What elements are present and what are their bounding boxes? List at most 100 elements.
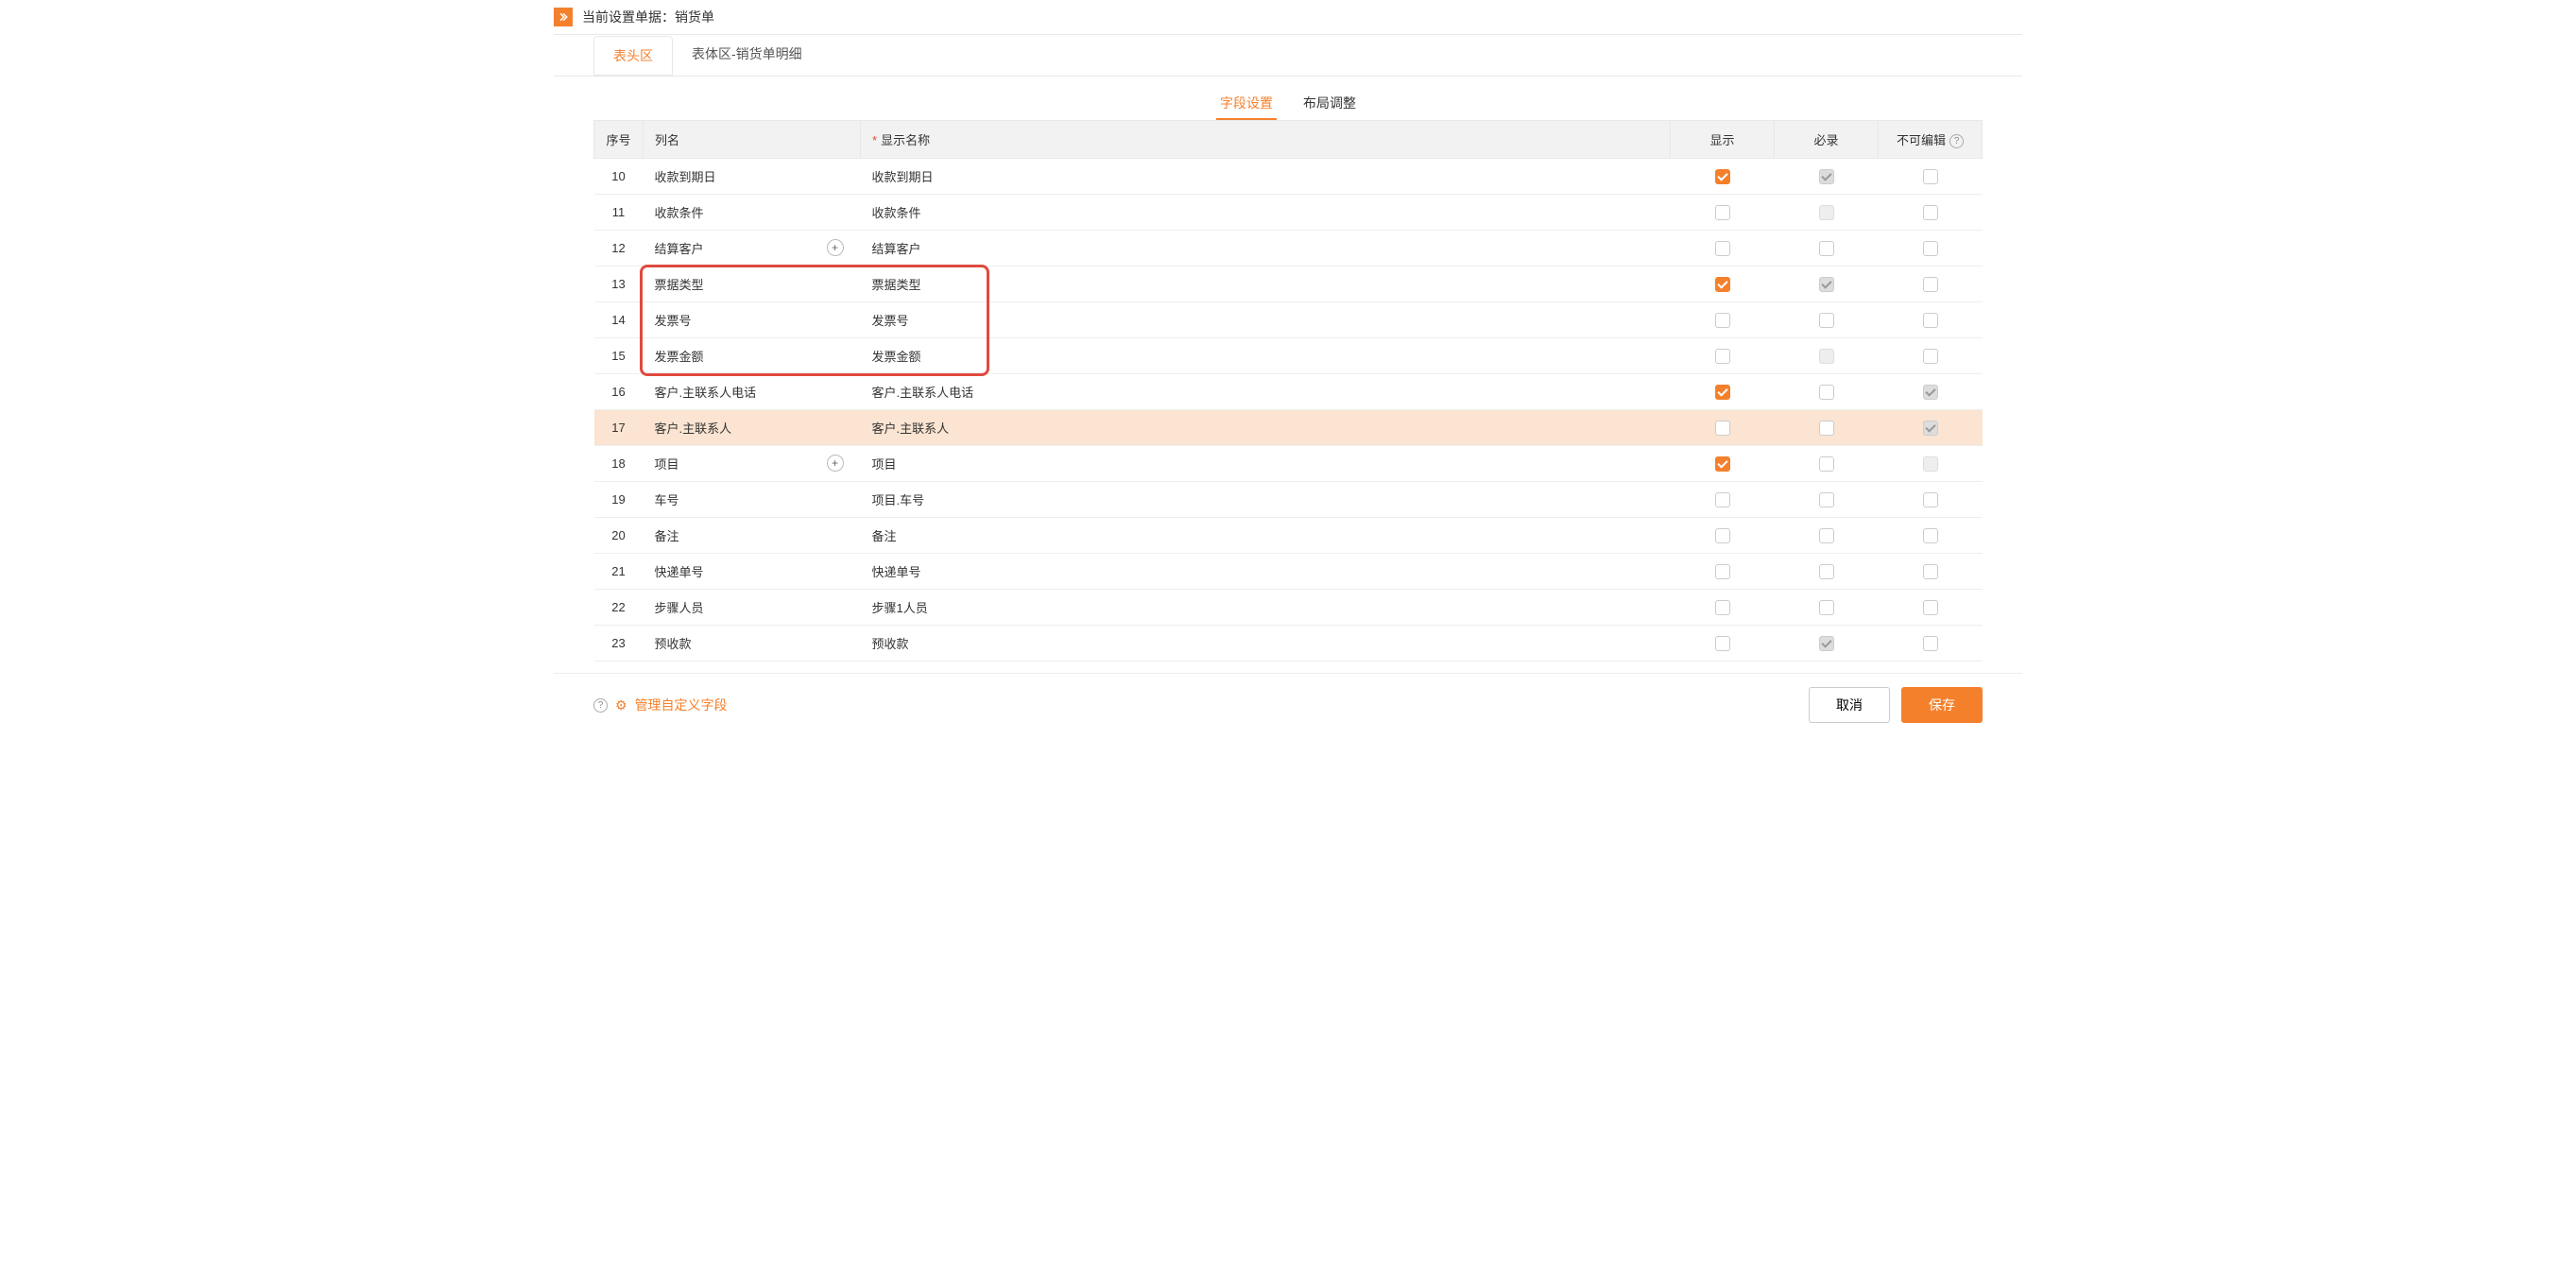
- cell-display[interactable]: 收款条件: [861, 195, 1671, 231]
- show-checkbox[interactable]: [1715, 492, 1730, 507]
- footer-right: 取消 保存: [1809, 687, 1983, 723]
- required-checkbox[interactable]: [1819, 564, 1834, 579]
- show-checkbox[interactable]: [1715, 421, 1730, 436]
- required-checkbox[interactable]: [1819, 600, 1834, 615]
- help-icon[interactable]: ?: [1949, 134, 1964, 148]
- readonly-checkbox[interactable]: [1923, 636, 1938, 651]
- header-bar: 当前设置单据：销货单: [554, 0, 2022, 35]
- cell-display[interactable]: 步骤1人员: [861, 590, 1671, 626]
- cell-name: 客户.主联系人: [644, 410, 861, 446]
- table-row[interactable]: 12结算客户+结算客户: [594, 231, 1983, 266]
- cell-seq: 22: [594, 590, 644, 626]
- readonly-checkbox[interactable]: [1923, 313, 1938, 328]
- table-row[interactable]: 20备注备注: [594, 518, 1983, 554]
- cell-show: [1671, 446, 1775, 482]
- required-checkbox[interactable]: [1819, 528, 1834, 543]
- cell-required: [1775, 266, 1879, 302]
- readonly-checkbox[interactable]: [1923, 600, 1938, 615]
- tab-0[interactable]: 表头区: [593, 36, 673, 77]
- show-checkbox[interactable]: [1715, 241, 1730, 256]
- cell-display[interactable]: 发票号: [861, 302, 1671, 338]
- manage-custom-fields-link[interactable]: 管理自定义字段: [635, 696, 728, 714]
- readonly-checkbox: [1923, 421, 1938, 436]
- cell-display[interactable]: 项目.车号: [861, 482, 1671, 518]
- table-row[interactable]: 22步骤人员步骤1人员: [594, 590, 1983, 626]
- cell-readonly: [1879, 590, 1983, 626]
- cell-seq: 14: [594, 302, 644, 338]
- col-header-required: 必录: [1775, 121, 1879, 159]
- required-checkbox: [1819, 349, 1834, 364]
- subtab-0[interactable]: 字段设置: [1216, 88, 1277, 120]
- tab-1[interactable]: 表体区-销货单明细: [673, 35, 821, 76]
- cell-required: [1775, 374, 1879, 410]
- readonly-checkbox[interactable]: [1923, 528, 1938, 543]
- show-checkbox[interactable]: [1715, 564, 1730, 579]
- subtab-1[interactable]: 布局调整: [1299, 88, 1360, 120]
- cell-display[interactable]: 预收款: [861, 626, 1671, 662]
- cell-name: 备注: [644, 518, 861, 554]
- show-checkbox[interactable]: [1715, 313, 1730, 328]
- cell-name: 发票金额: [644, 338, 861, 374]
- show-checkbox[interactable]: [1715, 277, 1730, 292]
- cell-name-label: 收款条件: [655, 206, 704, 220]
- show-checkbox[interactable]: [1715, 600, 1730, 615]
- add-child-button[interactable]: +: [827, 455, 844, 472]
- cell-show: [1671, 266, 1775, 302]
- table-row[interactable]: 18项目+项目: [594, 446, 1983, 482]
- cell-display[interactable]: 客户.主联系人电话: [861, 374, 1671, 410]
- cancel-button[interactable]: 取消: [1809, 687, 1890, 723]
- cell-seq: 16: [594, 374, 644, 410]
- cell-display[interactable]: 发票金额: [861, 338, 1671, 374]
- help-icon[interactable]: ?: [593, 698, 608, 713]
- readonly-checkbox[interactable]: [1923, 169, 1938, 184]
- table-row[interactable]: 21快递单号快递单号: [594, 554, 1983, 590]
- required-checkbox[interactable]: [1819, 456, 1834, 472]
- table-row[interactable]: 13票据类型票据类型: [594, 266, 1983, 302]
- cell-display[interactable]: 项目: [861, 446, 1671, 482]
- required-checkbox[interactable]: [1819, 313, 1834, 328]
- table-row[interactable]: 15发票金额发票金额: [594, 338, 1983, 374]
- table-row[interactable]: 11收款条件收款条件: [594, 195, 1983, 231]
- readonly-checkbox[interactable]: [1923, 492, 1938, 507]
- required-checkbox[interactable]: [1819, 241, 1834, 256]
- cell-display[interactable]: 备注: [861, 518, 1671, 554]
- cell-name: 票据类型: [644, 266, 861, 302]
- cell-display[interactable]: 快递单号: [861, 554, 1671, 590]
- table-row[interactable]: 10收款到期日收款到期日: [594, 159, 1983, 195]
- readonly-checkbox[interactable]: [1923, 277, 1938, 292]
- cell-readonly: [1879, 410, 1983, 446]
- table-row[interactable]: 14发票号发票号: [594, 302, 1983, 338]
- readonly-checkbox[interactable]: [1923, 205, 1938, 220]
- readonly-checkbox[interactable]: [1923, 241, 1938, 256]
- required-checkbox[interactable]: [1819, 421, 1834, 436]
- table-row[interactable]: 23预收款预收款: [594, 626, 1983, 662]
- cell-display[interactable]: 结算客户: [861, 231, 1671, 266]
- show-checkbox[interactable]: [1715, 385, 1730, 400]
- col-header-show: 显示: [1671, 121, 1775, 159]
- add-child-button[interactable]: +: [827, 239, 844, 256]
- show-checkbox[interactable]: [1715, 528, 1730, 543]
- show-checkbox[interactable]: [1715, 636, 1730, 651]
- cell-readonly: [1879, 374, 1983, 410]
- cell-display[interactable]: 客户.主联系人: [861, 410, 1671, 446]
- cell-name: 发票号: [644, 302, 861, 338]
- required-checkbox[interactable]: [1819, 492, 1834, 507]
- required-checkbox[interactable]: [1819, 385, 1834, 400]
- cell-display[interactable]: 收款到期日: [861, 159, 1671, 195]
- readonly-checkbox[interactable]: [1923, 349, 1938, 364]
- cell-required: [1775, 231, 1879, 266]
- table-row[interactable]: 17客户.主联系人客户.主联系人: [594, 410, 1983, 446]
- table-row[interactable]: 19车号项目.车号: [594, 482, 1983, 518]
- cell-display[interactable]: 票据类型: [861, 266, 1671, 302]
- table-row[interactable]: 16客户.主联系人电话客户.主联系人电话: [594, 374, 1983, 410]
- show-checkbox[interactable]: [1715, 169, 1730, 184]
- cell-name: 项目+: [644, 446, 861, 482]
- cell-show: [1671, 231, 1775, 266]
- show-checkbox[interactable]: [1715, 349, 1730, 364]
- readonly-checkbox[interactable]: [1923, 564, 1938, 579]
- show-checkbox[interactable]: [1715, 205, 1730, 220]
- save-button[interactable]: 保存: [1901, 687, 1983, 723]
- show-checkbox[interactable]: [1715, 456, 1730, 472]
- expand-toggle[interactable]: [554, 8, 573, 26]
- cell-show: [1671, 590, 1775, 626]
